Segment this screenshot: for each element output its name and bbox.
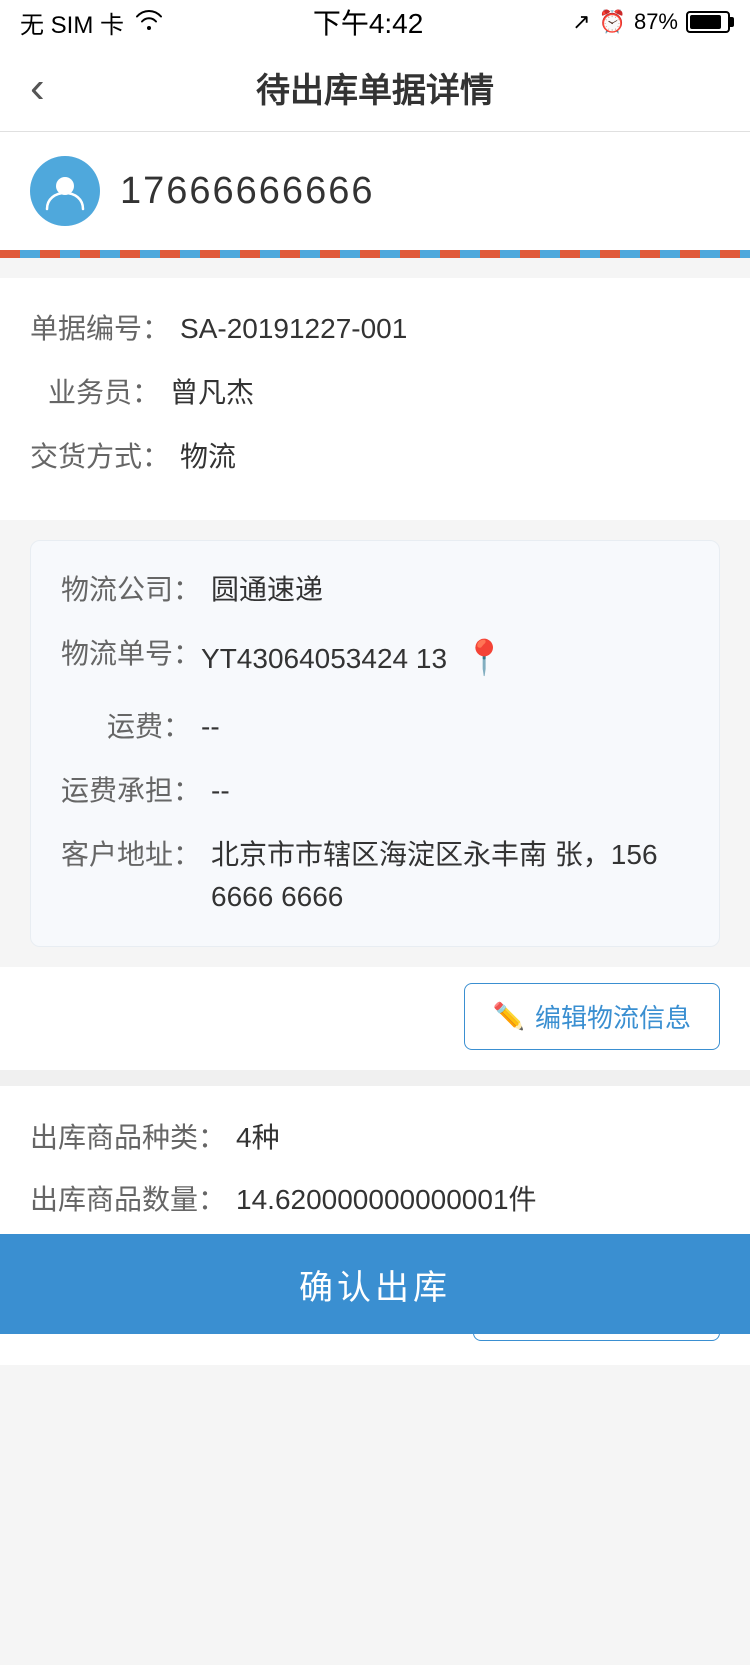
address-row: 客户地址： 北京市市辖区海淀区永丰南 张，156 6666 6666: [61, 834, 689, 918]
logistics-tracking-value: YT43064053424 13: [201, 638, 447, 680]
edit-logistics-label: 编辑物流信息: [535, 998, 691, 1035]
salesman-label: 业务员：: [30, 372, 160, 414]
status-left: 无 SIM 卡: [20, 5, 164, 40]
freight-bear-label: 运费承担：: [61, 770, 201, 812]
edit-icon: ✏️: [493, 1001, 525, 1032]
section-divider-2: [0, 1365, 750, 1565]
logistics-card: 物流公司： 圆通速递 物流单号： YT43064053424 13 📍 运费： …: [30, 540, 720, 947]
freight-row: 运费： --: [61, 706, 689, 748]
goods-type-row: 出库商品种类： 4种: [30, 1116, 720, 1156]
doc-number-row: 单据编号： SA-20191227-001: [30, 308, 720, 350]
goods-quantity-row: 出库商品数量： 14.620000000000001件: [30, 1178, 720, 1218]
doc-number-label: 单据编号：: [30, 308, 170, 350]
logistics-company-label: 物流公司：: [61, 569, 201, 611]
dashed-divider: [0, 250, 750, 258]
alarm-icon: ⏰: [599, 9, 626, 35]
logistics-tracking-label: 物流单号：: [61, 633, 201, 675]
logistics-tracking-row: 物流单号： YT43064053424 13 📍: [61, 633, 689, 684]
salesman-value: 曾凡杰: [160, 372, 720, 414]
back-button[interactable]: ‹: [30, 63, 45, 113]
freight-bear-value: --: [201, 770, 689, 812]
goods-type-value: 4种: [226, 1116, 720, 1156]
freight-value: --: [191, 706, 689, 748]
time-label: 下午4:42: [313, 2, 424, 42]
status-right: ↗ ⏰ 87%: [572, 9, 730, 35]
page-title: 待出库单据详情: [256, 63, 494, 112]
customer-phone: 17666666666: [120, 170, 374, 213]
freight-label: 运费：: [61, 706, 191, 748]
logistics-company-value: 圆通速递: [201, 569, 689, 611]
customer-header: 17666666666: [0, 132, 750, 250]
back-icon: ‹: [30, 63, 45, 112]
edit-logistics-button[interactable]: ✏️ 编辑物流信息: [464, 983, 720, 1050]
carrier-label: 无 SIM 卡: [20, 5, 124, 40]
edit-btn-row: ✏️ 编辑物流信息: [0, 967, 750, 1070]
location-pin-icon[interactable]: 📍: [463, 633, 505, 684]
confirm-btn-label: 确认出库: [299, 1260, 451, 1309]
logistics-company-row: 物流公司： 圆通速递: [61, 569, 689, 611]
section-divider-1: [0, 1070, 750, 1086]
wifi-icon: [134, 8, 164, 37]
avatar: [30, 156, 100, 226]
goods-quantity-label: 出库商品数量：: [30, 1178, 226, 1218]
address-value: 北京市市辖区海淀区永丰南 张，156 6666 6666: [201, 834, 689, 918]
status-bar: 无 SIM 卡 下午4:42 ↗ ⏰ 87%: [0, 0, 750, 44]
battery-icon: [686, 11, 730, 33]
doc-number-value: SA-20191227-001: [170, 308, 720, 350]
delivery-row: 交货方式： 物流: [30, 436, 720, 478]
delivery-value: 物流: [170, 436, 720, 478]
tracking-value-row: YT43064053424 13 📍: [201, 633, 505, 684]
delivery-label: 交货方式：: [30, 436, 170, 478]
freight-bear-row: 运费承担： --: [61, 770, 689, 812]
goods-type-label: 出库商品种类：: [30, 1116, 226, 1156]
document-info-section: 单据编号： SA-20191227-001 业务员： 曾凡杰 交货方式： 物流: [0, 278, 750, 520]
confirm-bar[interactable]: 确认出库: [0, 1234, 750, 1334]
goods-quantity-value: 14.620000000000001件: [226, 1178, 720, 1218]
nav-bar: ‹ 待出库单据详情: [0, 44, 750, 132]
location-icon: ↗: [572, 9, 590, 35]
address-label: 客户地址：: [61, 834, 201, 876]
salesman-row: 业务员： 曾凡杰: [30, 372, 720, 414]
battery-percent: 87%: [634, 9, 678, 35]
